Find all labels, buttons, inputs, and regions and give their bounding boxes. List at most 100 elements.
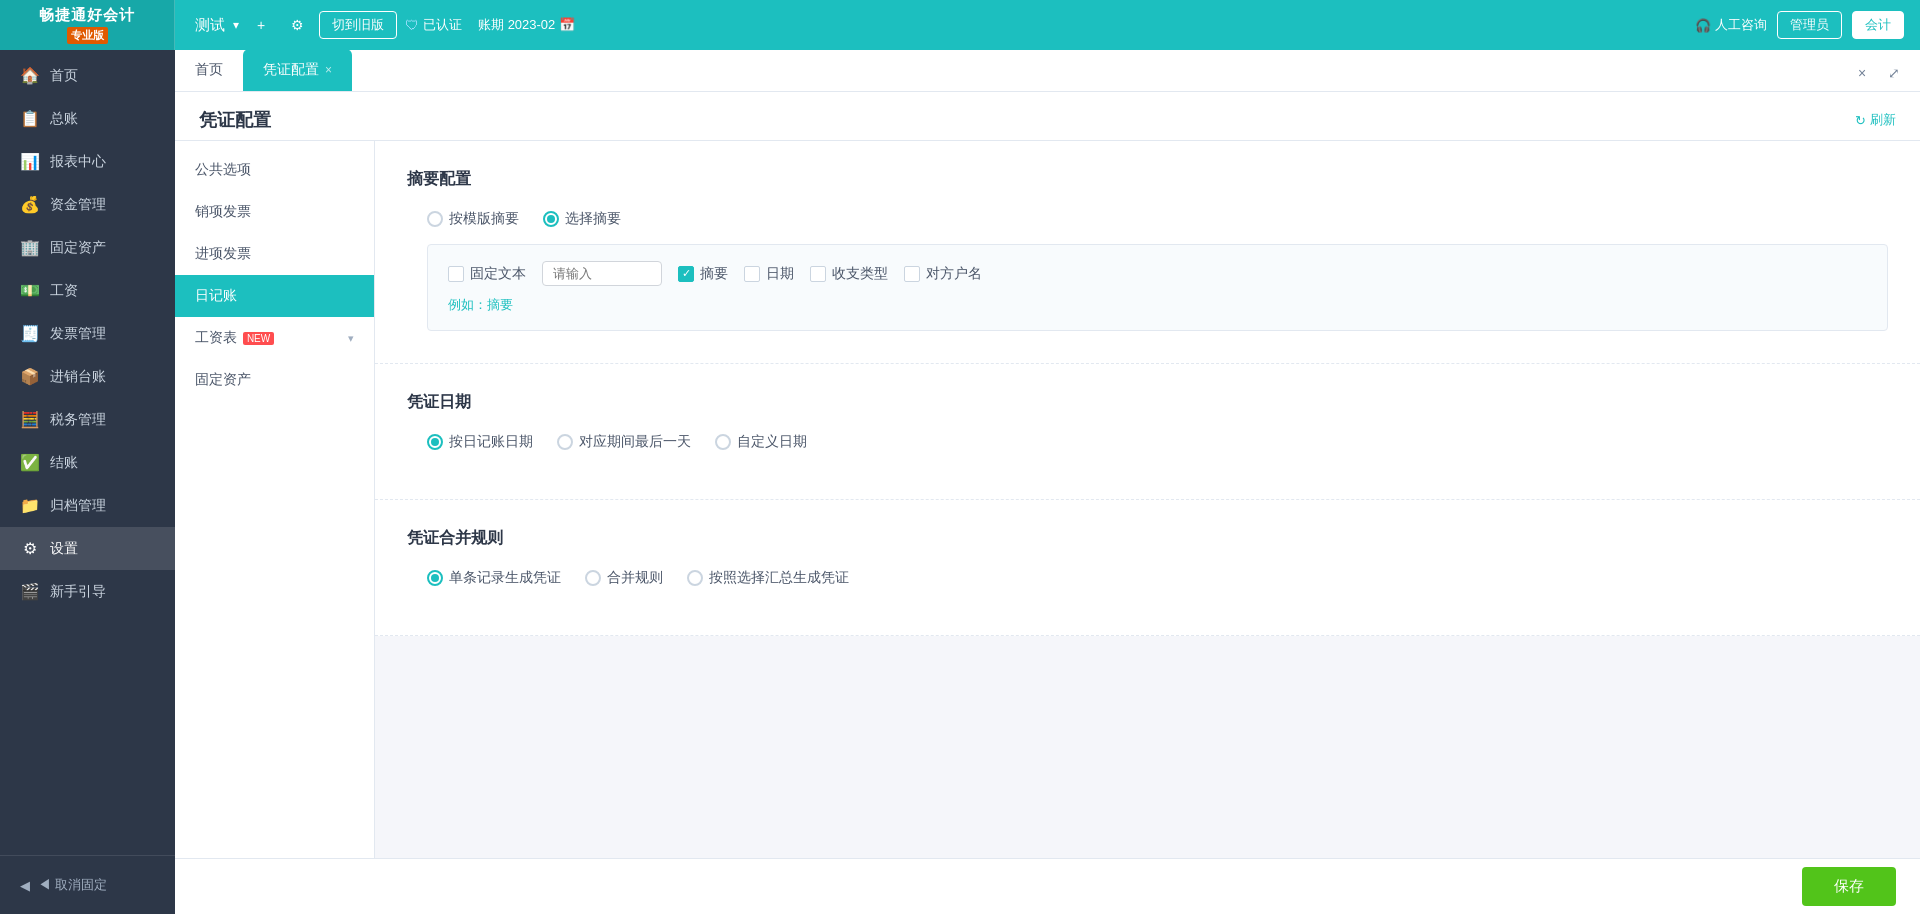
summary-example: 例如：摘要 [448,296,1867,314]
voucher-date-title: 凭证日期 [407,392,1888,413]
topbar-right: 🎧 人工咨询 管理员 会计 [1695,11,1904,39]
tab-home[interactable]: 首页 [175,49,243,91]
capital-icon: 💰 [20,195,40,214]
tax-icon: 🧮 [20,410,40,429]
sidebar-item-assets[interactable]: 🏢 固定资产 [0,226,175,269]
radio-period-last-label: 对应期间最后一天 [579,433,691,451]
unpin-button[interactable]: ◀ ◀ 取消固定 [0,866,175,904]
section-summary: 摘要配置 按模版摘要 选择摘要 [375,141,1920,364]
checkbox-counterpart-box [904,266,920,282]
content-area: 凭证配置 ↻ 刷新 公共选项 销项发票 进项发票 [175,92,1920,858]
left-nav-fixed-assets[interactable]: 固定资产 [175,359,374,401]
radio-custom-date-circle [715,434,731,450]
sidebar-item-tax[interactable]: 🧮 税务管理 [0,398,175,441]
left-nav-public[interactable]: 公共选项 [175,149,374,191]
radio-merge-label: 合并规则 [607,569,663,587]
sidebar-label-checkout: 结账 [50,454,78,472]
checkbox-summary[interactable]: ✓ 摘要 [678,265,728,283]
sidebar-item-home[interactable]: 🏠 首页 [0,54,175,97]
expand-panel-button[interactable]: ⤢ [1880,59,1908,87]
summary-radio-group: 按模版摘要 选择摘要 [427,210,1888,228]
checkbox-fixed-text[interactable]: 固定文本 [448,265,526,283]
sidebar-item-ledger[interactable]: 📋 总账 [0,97,175,140]
refresh-button[interactable]: ↻ 刷新 [1855,111,1896,129]
sidebar-item-settings[interactable]: ⚙ 设置 [0,527,175,570]
radio-single-record[interactable]: 单条记录生成凭证 [427,569,561,587]
radio-template-summary[interactable]: 按模版摘要 [427,210,519,228]
service-button[interactable]: 🎧 人工咨询 [1695,16,1767,34]
app-edition: 专业版 [67,27,108,44]
sidebar-item-report[interactable]: 📊 报表中心 [0,140,175,183]
left-nav-diary[interactable]: 日记账 [175,275,374,317]
radio-select-merge-label: 按照选择汇总生成凭证 [709,569,849,587]
summary-label: 摘要 [700,265,728,283]
left-nav: 公共选项 销项发票 进项发票 日记账 工资表 NEW ▾ [175,141,375,858]
radio-select-summary[interactable]: 选择摘要 [543,210,621,228]
sidebar-scroll: 🏠 首页 📋 总账 📊 报表中心 💰 资金管理 🏢 固定资产 💵 工资 🧾 发票… [0,50,175,855]
sidebar-item-archive[interactable]: 📁 归档管理 [0,484,175,527]
close-panel-button[interactable]: × [1848,59,1876,87]
archive-icon: 📁 [20,496,40,515]
sidebar-label-capital: 资金管理 [50,196,106,214]
sidebar-item-guide[interactable]: 🎬 新手引导 [0,570,175,613]
left-nav-wage-table[interactable]: 工资表 NEW ▾ [175,317,374,359]
sidebar-item-purchase[interactable]: 📦 进销台账 [0,355,175,398]
sidebar-item-checkout[interactable]: ✅ 结账 [0,441,175,484]
radio-custom-date[interactable]: 自定义日期 [715,433,807,451]
settings-icon: ⚙ [20,539,40,558]
purchase-icon: 📦 [20,367,40,386]
certified-label: 已认证 [423,16,462,34]
radio-period-last[interactable]: 对应期间最后一天 [557,433,691,451]
user-button[interactable]: 管理员 [1777,11,1842,39]
radio-select-merge-circle [687,570,703,586]
home-icon: 🏠 [20,66,40,85]
settings-button[interactable]: ⚙ [283,11,311,39]
checkbox-fixed-text-box [448,266,464,282]
sidebar-label-settings: 设置 [50,540,78,558]
sidebar-label-guide: 新手引导 [50,583,106,601]
counterpart-label: 对方户名 [926,265,982,283]
footer-bar: 保存 [175,858,1920,914]
refresh-icon: ↻ [1855,113,1866,128]
assets-icon: 🏢 [20,238,40,257]
left-nav-sales-invoice[interactable]: 销项发票 [175,191,374,233]
summary-title: 摘要配置 [407,169,1888,190]
switch-old-version-button[interactable]: 切到旧版 [319,11,397,39]
main-area: 首页 凭证配置 × × ⤢ 凭证配置 ↻ 刷新 [175,50,1920,914]
checkbox-payment-box [810,266,826,282]
sidebar-item-invoice[interactable]: 🧾 发票管理 [0,312,175,355]
checkbox-date[interactable]: 日期 [744,265,794,283]
pin-icon: ◀ [20,878,30,893]
sidebar-item-wage[interactable]: 💵 工资 [0,269,175,312]
radio-diary-date-label: 按日记账日期 [449,433,533,451]
checkout-icon: ✅ [20,453,40,472]
add-button[interactable]: + [247,11,275,39]
checkbox-payment-type[interactable]: 收支类型 [810,265,888,283]
fixed-text-input[interactable] [542,261,662,286]
refresh-label: 刷新 [1870,111,1896,129]
tabbar-actions: × ⤢ [1848,59,1920,91]
save-button[interactable]: 保存 [1802,867,1896,906]
checkbox-counterpart[interactable]: 对方户名 [904,265,982,283]
sidebar-label-ledger: 总账 [50,110,78,128]
left-nav-purchase-invoice[interactable]: 进项发票 [175,233,374,275]
tab-voucher-config[interactable]: 凭证配置 × [243,49,352,91]
sidebar-label-wage: 工资 [50,282,78,300]
topbar: 畅捷通好会计 专业版 测试 ▾ + ⚙ 切到旧版 🛡 已认证 账期 2023-0… [0,0,1920,50]
wage-table-chevron: ▾ [348,332,354,345]
radio-template-circle [427,211,443,227]
sidebar-label-report: 报表中心 [50,153,106,171]
page-title: 凭证配置 [199,108,271,132]
role-button[interactable]: 会计 [1852,11,1904,39]
radio-select-merge[interactable]: 按照选择汇总生成凭证 [687,569,849,587]
sidebar-label-assets: 固定资产 [50,239,106,257]
app-name: 畅捷通好会计 [39,6,135,25]
sidebar-item-capital[interactable]: 💰 资金管理 [0,183,175,226]
summary-config-row: 固定文本 ✓ 摘要 日期 [448,261,1867,286]
merge-rule-title: 凭证合并规则 [407,528,1888,549]
ledger-icon: 📋 [20,109,40,128]
radio-diary-date[interactable]: 按日记账日期 [427,433,533,451]
project-dropdown-icon[interactable]: ▾ [233,18,239,32]
radio-merge-rule[interactable]: 合并规则 [585,569,663,587]
tab-close-icon[interactable]: × [325,63,332,77]
